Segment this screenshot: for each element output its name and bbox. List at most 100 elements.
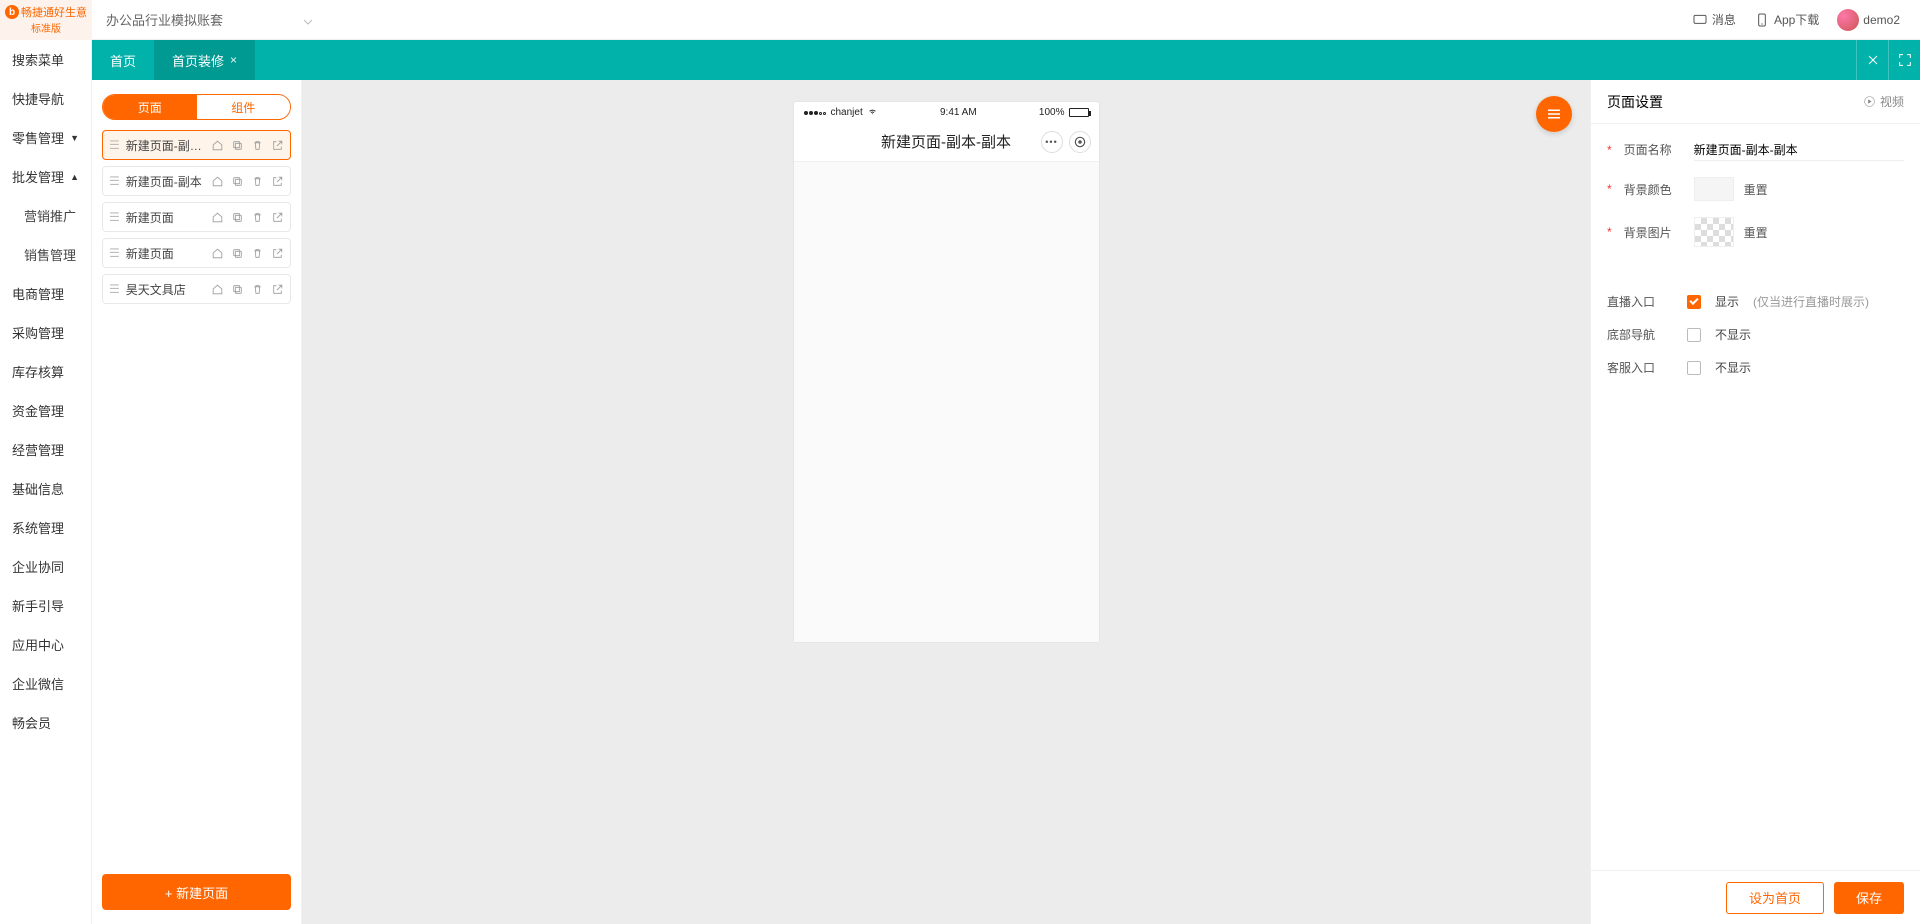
drag-handle-icon[interactable]: ☰ [109, 174, 120, 188]
fullscreen-button[interactable] [1888, 40, 1920, 80]
settings-title: 页面设置 [1607, 92, 1663, 112]
sidebar-item[interactable]: 库存核算 [0, 352, 91, 391]
share-icon[interactable] [270, 174, 284, 188]
logo: b畅捷通好生意 标准版 [0, 0, 92, 40]
copy-icon[interactable] [230, 246, 244, 260]
logo-text: 畅捷通好生意 [21, 4, 87, 20]
sidebar-item[interactable]: 应用中心 [0, 625, 91, 664]
sidebar-item[interactable]: 系统管理 [0, 508, 91, 547]
sidebar-item[interactable]: 批发管理▲ [0, 157, 91, 196]
close-all-button[interactable] [1856, 40, 1888, 80]
carrier-label: chanjet [831, 107, 863, 118]
bottom-nav-checkbox[interactable] [1687, 328, 1701, 342]
miniapp-close-icon[interactable] [1069, 131, 1091, 153]
bg-image-picker[interactable] [1694, 217, 1734, 247]
tab-bar: 首页 首页装修 × [92, 40, 1920, 80]
sidebar-item[interactable]: 销售管理 [0, 235, 91, 274]
live-show-label: 显示 [1715, 293, 1739, 310]
phone-preview: chanjet 9:41 AM 100% 新建页面-副本-副本 [794, 102, 1099, 642]
messages-button[interactable]: 消息 [1692, 11, 1736, 28]
sidebar-item[interactable]: 新手引导 [0, 586, 91, 625]
live-hint: (仅当进行直播时展示) [1753, 293, 1869, 310]
service-checkbox[interactable] [1687, 361, 1701, 375]
tab-decorate[interactable]: 首页装修 × [154, 40, 255, 80]
share-icon[interactable] [270, 282, 284, 296]
seg-pages[interactable]: 页面 [103, 95, 197, 119]
copy-icon[interactable] [230, 210, 244, 224]
drag-handle-icon[interactable]: ☰ [109, 282, 120, 296]
wifi-icon [867, 105, 878, 119]
copy-icon[interactable] [230, 174, 244, 188]
sidebar-item[interactable]: 快捷导航 [0, 79, 91, 118]
share-icon[interactable] [270, 138, 284, 152]
page-list-item[interactable]: ☰新建页面-副本... [102, 130, 291, 160]
home-icon[interactable] [210, 210, 224, 224]
canvas: chanjet 9:41 AM 100% 新建页面-副本-副本 [302, 80, 1590, 924]
share-icon[interactable] [270, 246, 284, 260]
drag-handle-icon[interactable]: ☰ [109, 138, 120, 152]
app-download-label: App下载 [1774, 11, 1819, 28]
page-list-item[interactable]: ☰新建页面-副本 [102, 166, 291, 196]
delete-icon[interactable] [250, 138, 264, 152]
sidebar: 搜索菜单快捷导航零售管理▼批发管理▲营销推广销售管理电商管理采购管理库存核算资金… [0, 40, 92, 924]
home-icon[interactable] [210, 138, 224, 152]
home-icon[interactable] [210, 282, 224, 296]
close-icon[interactable]: × [230, 53, 237, 67]
phone-icon [1754, 12, 1770, 28]
live-show-checkbox[interactable] [1687, 295, 1701, 309]
sidebar-item[interactable]: 企业微信 [0, 664, 91, 703]
service-label: 不显示 [1715, 359, 1751, 376]
delete-icon[interactable] [250, 246, 264, 260]
field-bg-color: *背景颜色 重置 [1607, 177, 1904, 201]
sidebar-item[interactable]: 搜索菜单 [0, 40, 91, 79]
phone-time: 9:41 AM [940, 107, 977, 118]
sidebar-item[interactable]: 采购管理 [0, 313, 91, 352]
set-home-button[interactable]: 设为首页 [1726, 882, 1824, 914]
bg-image-reset[interactable]: 重置 [1744, 224, 1768, 241]
page-component-toggle: 页面 组件 [102, 94, 291, 120]
sidebar-item[interactable]: 电商管理 [0, 274, 91, 313]
delete-icon[interactable] [250, 174, 264, 188]
bg-color-swatch[interactable] [1694, 177, 1734, 201]
signal-dots-icon [804, 107, 827, 118]
app-download-button[interactable]: App下载 [1754, 11, 1819, 28]
floating-menu-button[interactable] [1536, 96, 1572, 132]
field-page-name: *页面名称 [1607, 138, 1904, 161]
delete-icon[interactable] [250, 210, 264, 224]
battery-icon [1069, 108, 1089, 117]
message-icon [1692, 12, 1708, 28]
phone-page-title: 新建页面-副本-副本 [881, 131, 1011, 152]
share-icon[interactable] [270, 210, 284, 224]
user-menu[interactable]: demo2 [1837, 9, 1900, 31]
account-selector[interactable]: 办公品行业模拟账套 [106, 10, 313, 29]
page-list-item[interactable]: ☰新建页面 [102, 202, 291, 232]
miniapp-menu-icon[interactable] [1041, 131, 1063, 153]
tab-home[interactable]: 首页 [92, 40, 154, 80]
sidebar-item[interactable]: 基础信息 [0, 469, 91, 508]
sidebar-item[interactable]: 经营管理 [0, 430, 91, 469]
field-live-entry: 直播入口 显示 (仅当进行直播时展示) [1607, 293, 1904, 310]
home-icon[interactable] [210, 246, 224, 260]
new-page-button[interactable]: + 新建页面 [102, 874, 291, 910]
drag-handle-icon[interactable]: ☰ [109, 210, 120, 224]
sidebar-item[interactable]: 畅会员 [0, 703, 91, 742]
page-list-item[interactable]: ☰昊天文具店 [102, 274, 291, 304]
sidebar-item[interactable]: 营销推广 [0, 196, 91, 235]
account-name: 办公品行业模拟账套 [106, 10, 223, 29]
copy-icon[interactable] [230, 282, 244, 296]
sidebar-item[interactable]: 企业协同 [0, 547, 91, 586]
bg-color-reset[interactable]: 重置 [1744, 181, 1768, 198]
page-name-input[interactable] [1694, 138, 1904, 161]
page-list-item[interactable]: ☰新建页面 [102, 238, 291, 268]
drag-handle-icon[interactable]: ☰ [109, 246, 120, 260]
save-button[interactable]: 保存 [1834, 882, 1904, 914]
seg-components[interactable]: 组件 [197, 95, 291, 119]
copy-icon[interactable] [230, 138, 244, 152]
sidebar-item[interactable]: 资金管理 [0, 391, 91, 430]
field-bottom-nav: 底部导航 不显示 [1607, 326, 1904, 343]
sidebar-item[interactable]: 零售管理▼ [0, 118, 91, 157]
video-help-link[interactable]: 视频 [1863, 93, 1904, 110]
home-icon[interactable] [210, 174, 224, 188]
delete-icon[interactable] [250, 282, 264, 296]
field-bg-img: *背景图片 重置 [1607, 217, 1904, 247]
